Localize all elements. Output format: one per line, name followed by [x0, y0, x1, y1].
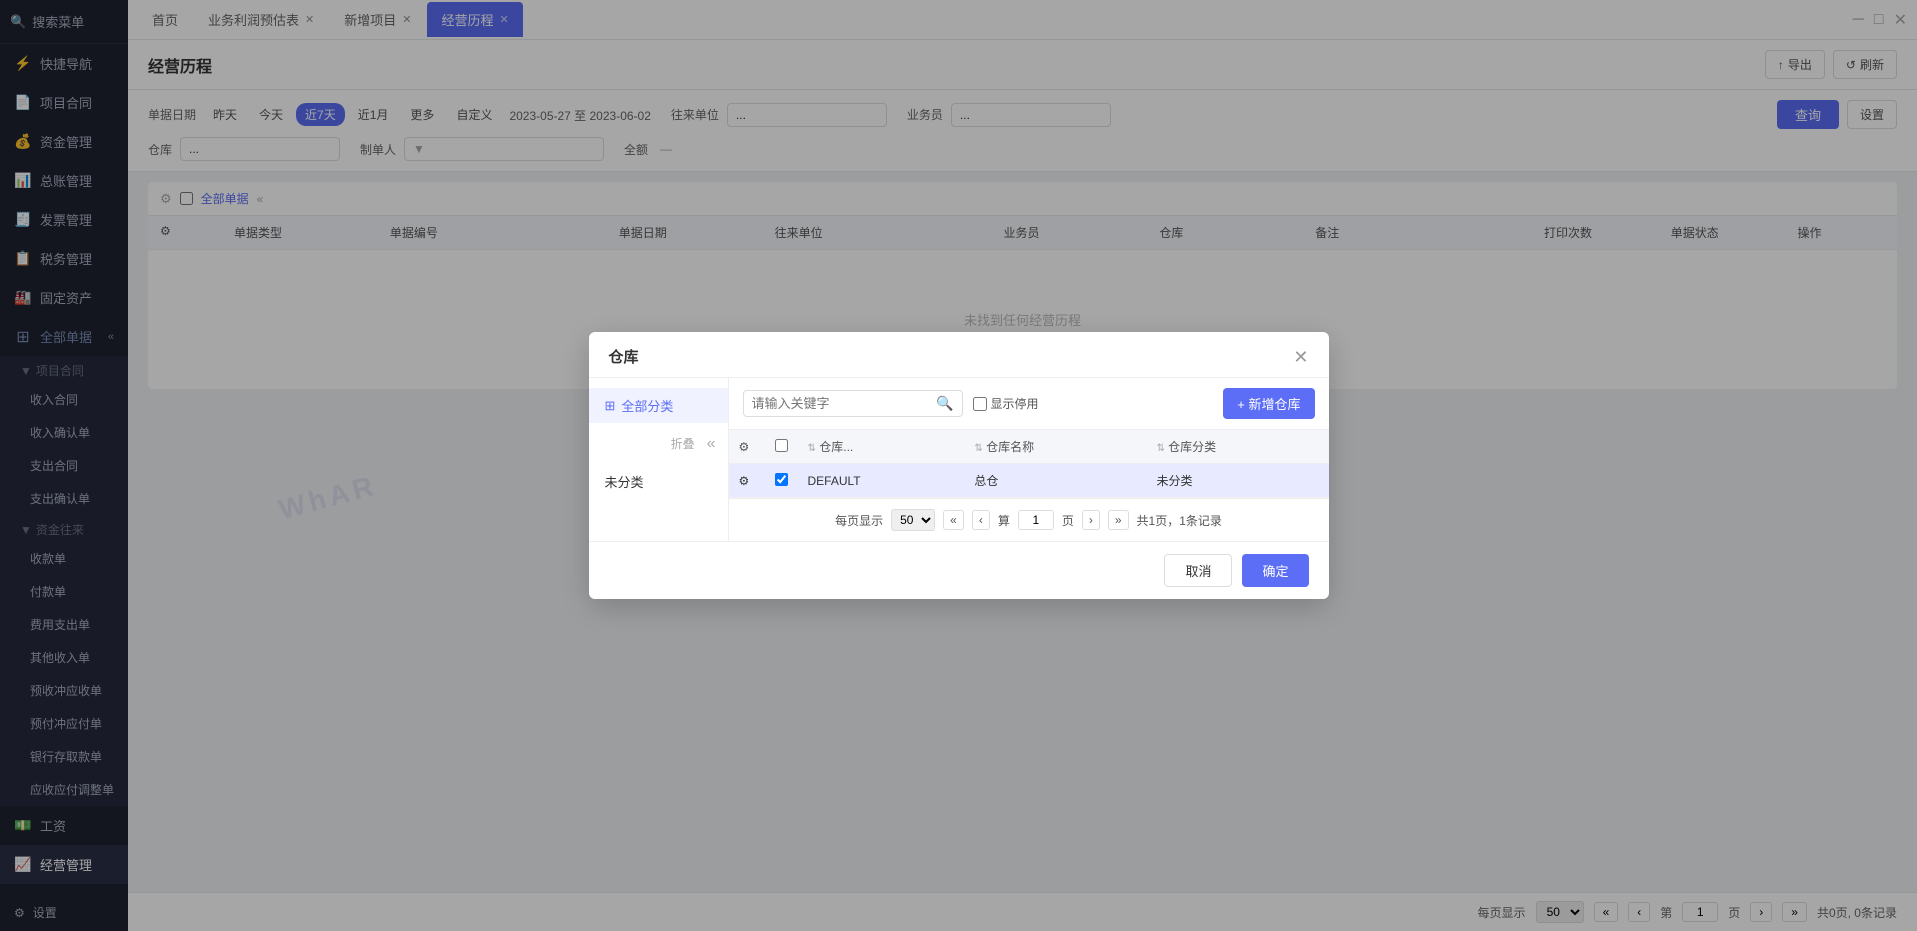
first-page-dialog[interactable]: «	[943, 510, 964, 530]
per-page-select-dialog[interactable]: 50	[891, 509, 935, 531]
category-uncategorized-label: 未分类	[605, 472, 644, 491]
sort-icon: ⇅	[808, 443, 816, 454]
show-disabled-checkbox[interactable]	[973, 397, 987, 411]
category-all-label: 全部分类	[621, 396, 673, 415]
search-icon: 🔍	[936, 395, 953, 412]
show-disabled-label[interactable]: 显示停用	[973, 395, 1039, 412]
current-page-dialog[interactable]	[1018, 510, 1054, 530]
dialog-pagination: 每页显示 50 « ‹ 算 页 › » 共1页，1条记录	[729, 498, 1329, 541]
row-gear-icon: ⚙	[739, 474, 750, 488]
dialog-data-table: ⚙ ⇅ 仓库... ⇅	[729, 430, 1329, 498]
dialog-body: ⊞ 全部分类 折叠 « 未分类 🔍	[589, 378, 1329, 541]
page-suffix-dialog: 页	[1062, 512, 1074, 529]
per-page-label-dialog: 每页显示	[835, 512, 883, 529]
dialog-footer: 取消 确定	[589, 541, 1329, 599]
gear-icon: ⚙	[739, 440, 750, 454]
row-checkbox[interactable]	[765, 464, 798, 498]
dialog-title: 仓库	[609, 346, 639, 367]
dialog-left-panel: ⊞ 全部分类 折叠 « 未分类	[589, 378, 729, 541]
th-code: ⇅ 仓库...	[798, 430, 965, 464]
add-warehouse-button[interactable]: + 新增仓库	[1223, 388, 1314, 419]
sort-icon-name: ⇅	[974, 443, 982, 454]
category-all[interactable]: ⊞ 全部分类	[589, 388, 728, 423]
page-word-dialog: 算	[998, 512, 1010, 529]
left-collapse-icon[interactable]: «	[703, 431, 720, 457]
prev-page-dialog[interactable]: ‹	[972, 510, 990, 530]
grid-icon: ⊞	[605, 398, 616, 414]
dialog-toolbar: 🔍 显示停用 + 新增仓库	[729, 378, 1329, 430]
row-name: 总仓	[964, 464, 1146, 498]
th-settings: ⚙	[729, 430, 765, 464]
th-name: ⇅ 仓库名称	[964, 430, 1146, 464]
select-all-dialog[interactable]	[775, 439, 788, 452]
warehouse-dialog: 仓库 ✕ ⊞ 全部分类 折叠 « 未分类	[589, 332, 1329, 599]
confirm-button[interactable]: 确定	[1242, 554, 1308, 587]
row-select-checkbox[interactable]	[775, 473, 788, 486]
next-page-dialog[interactable]: ›	[1082, 510, 1100, 530]
cancel-button[interactable]: 取消	[1164, 554, 1232, 587]
table-row[interactable]: ⚙ DEFAULT 总仓 未分类	[729, 464, 1329, 498]
dialog-header: 仓库 ✕	[589, 332, 1329, 378]
dialog-close-button[interactable]: ✕	[1293, 348, 1308, 366]
row-code: DEFAULT	[798, 464, 965, 498]
th-category: ⇅ 仓库分类	[1146, 430, 1328, 464]
total-info-dialog: 共1页，1条记录	[1137, 512, 1222, 529]
category-uncategorized[interactable]: 未分类	[589, 464, 728, 499]
search-box[interactable]: 🔍	[743, 390, 963, 417]
dialog-overlay: 仓库 ✕ ⊞ 全部分类 折叠 « 未分类	[0, 0, 1917, 931]
collapse-left-btn[interactable]: 折叠	[663, 427, 703, 460]
sort-icon-category: ⇅	[1156, 443, 1164, 454]
last-page-dialog[interactable]: »	[1108, 510, 1129, 530]
dialog-right-panel: 🔍 显示停用 + 新增仓库 ⚙	[729, 378, 1329, 541]
show-disabled-text: 显示停用	[991, 395, 1039, 412]
row-settings[interactable]: ⚙	[729, 464, 765, 498]
row-category: 未分类	[1146, 464, 1328, 498]
search-input[interactable]	[752, 396, 937, 411]
th-checkbox	[765, 430, 798, 464]
